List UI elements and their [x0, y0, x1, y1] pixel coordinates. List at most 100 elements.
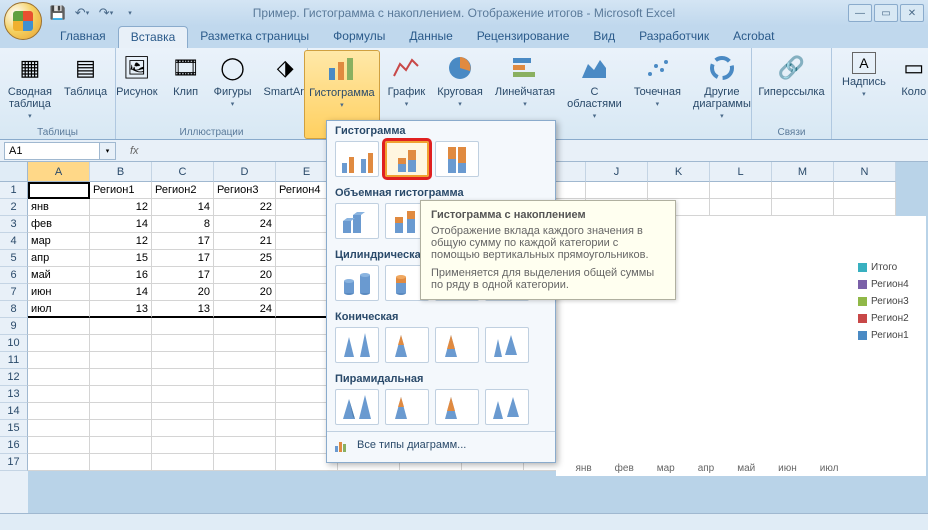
row-header[interactable]: 1 — [0, 182, 28, 199]
cell[interactable] — [152, 420, 214, 437]
legend-item[interactable]: Регион3 — [858, 296, 922, 307]
cell[interactable] — [214, 420, 276, 437]
cell[interactable]: Регион1 — [90, 182, 152, 199]
cell[interactable] — [152, 369, 214, 386]
gallery-stacked-column[interactable] — [385, 141, 429, 177]
row-header[interactable]: 4 — [0, 233, 28, 250]
pivot-table-button[interactable]: ▦Сводная таблица▾ — [4, 50, 56, 139]
cell[interactable] — [90, 437, 152, 454]
cell[interactable] — [90, 403, 152, 420]
cell[interactable]: 20 — [214, 284, 276, 301]
tab-acrobat[interactable]: Acrobat — [721, 26, 786, 48]
cell[interactable]: 17 — [152, 250, 214, 267]
hyperlink-button[interactable]: 🔗Гиперссылка — [754, 50, 828, 139]
cell[interactable] — [28, 369, 90, 386]
cell[interactable]: 12 — [90, 199, 152, 216]
header-button[interactable]: ▭Коло — [894, 50, 928, 139]
row-header[interactable]: 3 — [0, 216, 28, 233]
cell[interactable] — [90, 454, 152, 471]
cell[interactable]: 24 — [214, 301, 276, 318]
cell[interactable] — [28, 386, 90, 403]
column-header[interactable]: M — [772, 162, 834, 182]
cell[interactable]: фев — [28, 216, 90, 233]
row-header[interactable]: 13 — [0, 386, 28, 403]
name-box[interactable] — [4, 142, 100, 160]
cell[interactable]: 20 — [214, 267, 276, 284]
cell[interactable] — [28, 437, 90, 454]
cell[interactable] — [90, 386, 152, 403]
cell[interactable]: 13 — [90, 301, 152, 318]
redo-icon[interactable]: ↷▾ — [96, 3, 116, 23]
qat-customize-icon[interactable]: ▾ — [120, 3, 140, 23]
cell[interactable] — [586, 182, 648, 199]
undo-icon[interactable]: ↶▾ — [72, 3, 92, 23]
cell[interactable] — [152, 318, 214, 335]
cell[interactable] — [710, 182, 772, 199]
column-header[interactable]: L — [710, 162, 772, 182]
cell[interactable]: май — [28, 267, 90, 284]
cell[interactable] — [28, 403, 90, 420]
row-header[interactable]: 2 — [0, 199, 28, 216]
cell[interactable] — [152, 386, 214, 403]
legend-item[interactable]: Итого — [858, 262, 922, 273]
cell[interactable]: 16 — [90, 267, 152, 284]
gallery-100-stacked-column[interactable] — [435, 141, 479, 177]
cell[interactable] — [152, 454, 214, 471]
cell[interactable] — [772, 199, 834, 216]
cell[interactable] — [28, 420, 90, 437]
cell[interactable]: 14 — [90, 284, 152, 301]
textbox-button[interactable]: AНадпись▾ — [838, 50, 890, 139]
gallery-cone-3[interactable] — [435, 327, 479, 363]
all-chart-types-button[interactable]: Все типы диаграмм... — [327, 431, 555, 458]
column-header[interactable]: B — [90, 162, 152, 182]
cell[interactable]: июл — [28, 301, 90, 318]
table-button[interactable]: ▤Таблица — [60, 50, 111, 139]
cell[interactable]: 15 — [90, 250, 152, 267]
cell[interactable]: 25 — [214, 250, 276, 267]
cell[interactable]: 14 — [152, 199, 214, 216]
row-header[interactable]: 10 — [0, 335, 28, 352]
select-all-corner[interactable] — [0, 162, 28, 182]
legend-item[interactable]: Регион2 — [858, 313, 922, 324]
cell[interactable] — [28, 318, 90, 335]
restore-button[interactable]: ▭ — [874, 4, 898, 22]
gallery-clustered-column[interactable] — [335, 141, 379, 177]
column-header[interactable]: J — [586, 162, 648, 182]
tab-pagelayout[interactable]: Разметка страницы — [188, 26, 321, 48]
row-header[interactable]: 16 — [0, 437, 28, 454]
cell[interactable] — [152, 335, 214, 352]
cell[interactable] — [214, 352, 276, 369]
gallery-pyr-1[interactable] — [335, 389, 379, 425]
cell[interactable]: мар — [28, 233, 90, 250]
legend-item[interactable]: Регион4 — [858, 279, 922, 290]
cell[interactable] — [214, 437, 276, 454]
column-header[interactable]: K — [648, 162, 710, 182]
save-icon[interactable]: 💾 — [48, 3, 68, 23]
office-button[interactable] — [4, 2, 42, 40]
cell[interactable]: 17 — [152, 233, 214, 250]
cell[interactable] — [214, 386, 276, 403]
tab-home[interactable]: Главная — [48, 26, 118, 48]
cell[interactable]: июн — [28, 284, 90, 301]
row-header[interactable]: 12 — [0, 369, 28, 386]
cell[interactable]: Регион3 — [214, 182, 276, 199]
cell[interactable] — [710, 199, 772, 216]
other-charts-button[interactable]: Другие диаграммы▾ — [689, 50, 755, 139]
cell[interactable] — [28, 182, 90, 199]
cell[interactable]: 13 — [152, 301, 214, 318]
column-header[interactable]: N — [834, 162, 896, 182]
name-box-dropdown[interactable]: ▾ — [100, 142, 116, 160]
column-header[interactable]: D — [214, 162, 276, 182]
cell[interactable]: 17 — [152, 267, 214, 284]
gallery-pyr-4[interactable] — [485, 389, 529, 425]
cell[interactable] — [648, 182, 710, 199]
cell[interactable] — [152, 352, 214, 369]
cell[interactable]: 14 — [90, 216, 152, 233]
cell[interactable]: 8 — [152, 216, 214, 233]
cell[interactable] — [90, 420, 152, 437]
cell[interactable] — [214, 335, 276, 352]
cell[interactable]: 24 — [214, 216, 276, 233]
gallery-pyr-3[interactable] — [435, 389, 479, 425]
tab-insert[interactable]: Вставка — [118, 26, 189, 48]
tab-view[interactable]: Вид — [581, 26, 627, 48]
